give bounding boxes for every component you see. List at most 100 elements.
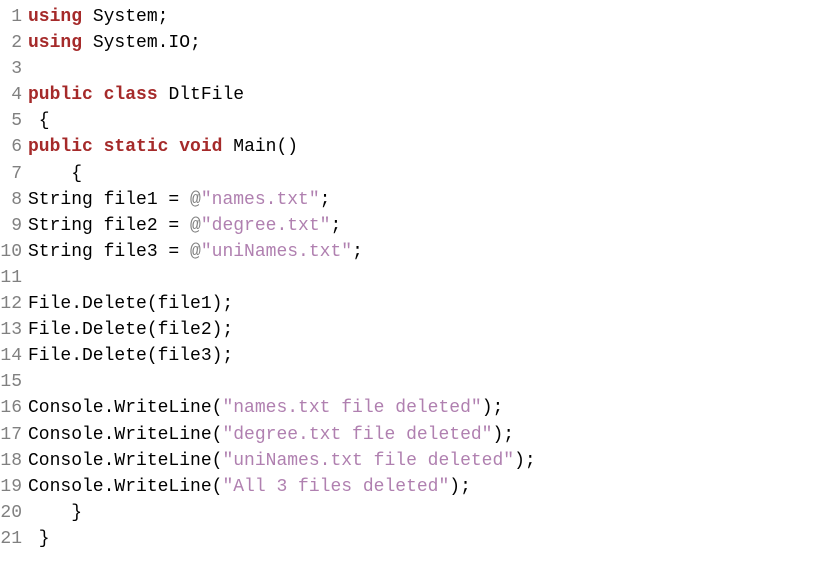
code-token bbox=[168, 137, 179, 157]
code-line: 21 } bbox=[0, 526, 838, 552]
line-content: Console.WriteLine("degree.txt file delet… bbox=[28, 422, 514, 448]
line-content: } bbox=[28, 526, 50, 552]
code-line: 4public class DltFile bbox=[0, 82, 838, 108]
line-content: String file1 = @"names.txt"; bbox=[28, 187, 330, 213]
code-line: 5 { bbox=[0, 108, 838, 134]
line-content: { bbox=[28, 161, 82, 187]
line-content: Console.WriteLine("All 3 files deleted")… bbox=[28, 474, 471, 500]
code-token: "degree.txt" bbox=[201, 216, 331, 236]
line-content: File.Delete(file2); bbox=[28, 317, 233, 343]
line-content: public static void Main() bbox=[28, 134, 298, 160]
line-number: 8 bbox=[0, 187, 28, 213]
code-token: Console.WriteLine( bbox=[28, 451, 222, 471]
code-token: Main() bbox=[222, 137, 298, 157]
line-number: 9 bbox=[0, 213, 28, 239]
code-token: static bbox=[104, 137, 169, 157]
line-content: Console.WriteLine("uniNames.txt file del… bbox=[28, 448, 536, 474]
code-token: Console.WriteLine( bbox=[28, 398, 222, 418]
line-content: String file2 = @"degree.txt"; bbox=[28, 213, 341, 239]
code-token: "names.txt file deleted" bbox=[222, 398, 481, 418]
code-line: 15 bbox=[0, 369, 838, 395]
line-content: public class DltFile bbox=[28, 82, 244, 108]
code-line: 14File.Delete(file3); bbox=[0, 343, 838, 369]
code-line: 7 { bbox=[0, 161, 838, 187]
code-token: String file3 = bbox=[28, 242, 190, 262]
line-number: 13 bbox=[0, 317, 28, 343]
code-token: String file2 = bbox=[28, 216, 190, 236]
code-token: using bbox=[28, 7, 82, 27]
code-line: 9String file2 = @"degree.txt"; bbox=[0, 213, 838, 239]
code-token: @ bbox=[190, 216, 201, 236]
line-content: File.Delete(file3); bbox=[28, 343, 233, 369]
code-token: "All 3 files deleted" bbox=[222, 477, 449, 497]
code-line: 20 } bbox=[0, 500, 838, 526]
code-line: 18Console.WriteLine("uniNames.txt file d… bbox=[0, 448, 838, 474]
line-number: 15 bbox=[0, 369, 28, 395]
code-token: ); bbox=[449, 477, 471, 497]
code-token: ); bbox=[492, 425, 514, 445]
line-number: 12 bbox=[0, 291, 28, 317]
code-token: ); bbox=[514, 451, 536, 471]
line-number: 3 bbox=[0, 56, 28, 82]
line-content: Console.WriteLine("names.txt file delete… bbox=[28, 395, 503, 421]
code-token: "uniNames.txt file deleted" bbox=[222, 451, 514, 471]
line-number: 20 bbox=[0, 500, 28, 526]
code-line: 2using System.IO; bbox=[0, 30, 838, 56]
line-number: 1 bbox=[0, 4, 28, 30]
code-token: "names.txt" bbox=[201, 190, 320, 210]
code-line: 13File.Delete(file2); bbox=[0, 317, 838, 343]
line-number: 7 bbox=[0, 161, 28, 187]
code-line: 10String file3 = @"uniNames.txt"; bbox=[0, 239, 838, 265]
code-token: File.Delete(file2); bbox=[28, 320, 233, 340]
code-line: 16Console.WriteLine("names.txt file dele… bbox=[0, 395, 838, 421]
line-content: { bbox=[28, 108, 50, 134]
code-line: 8String file1 = @"names.txt"; bbox=[0, 187, 838, 213]
line-number: 16 bbox=[0, 395, 28, 421]
code-token: System; bbox=[82, 7, 168, 27]
line-content: using System; bbox=[28, 4, 168, 30]
code-token: { bbox=[28, 111, 50, 131]
code-line: 1using System; bbox=[0, 4, 838, 30]
code-token: } bbox=[28, 503, 82, 523]
line-number: 4 bbox=[0, 82, 28, 108]
code-block: 1using System;2using System.IO;34public … bbox=[0, 4, 838, 552]
code-token: } bbox=[28, 529, 50, 549]
line-number: 6 bbox=[0, 134, 28, 160]
line-number: 18 bbox=[0, 448, 28, 474]
code-line: 19Console.WriteLine("All 3 files deleted… bbox=[0, 474, 838, 500]
code-token: public bbox=[28, 137, 93, 157]
line-content: } bbox=[28, 500, 82, 526]
code-token: String file1 = bbox=[28, 190, 190, 210]
line-number: 5 bbox=[0, 108, 28, 134]
code-token: DltFile bbox=[158, 85, 244, 105]
line-content: using System.IO; bbox=[28, 30, 201, 56]
code-token: Console.WriteLine( bbox=[28, 477, 222, 497]
code-token: File.Delete(file1); bbox=[28, 294, 233, 314]
code-line: 3 bbox=[0, 56, 838, 82]
code-token: public bbox=[28, 85, 93, 105]
code-token bbox=[93, 85, 104, 105]
code-token: void bbox=[179, 137, 222, 157]
line-number: 2 bbox=[0, 30, 28, 56]
code-token: Console.WriteLine( bbox=[28, 425, 222, 445]
code-line: 17Console.WriteLine("degree.txt file del… bbox=[0, 422, 838, 448]
code-line: 11 bbox=[0, 265, 838, 291]
line-content: String file3 = @"uniNames.txt"; bbox=[28, 239, 363, 265]
code-token: ); bbox=[482, 398, 504, 418]
code-token: ; bbox=[352, 242, 363, 262]
code-token: ; bbox=[330, 216, 341, 236]
line-number: 17 bbox=[0, 422, 28, 448]
code-token: "uniNames.txt" bbox=[201, 242, 352, 262]
code-token: System.IO; bbox=[82, 33, 201, 53]
line-number: 19 bbox=[0, 474, 28, 500]
code-token: ; bbox=[320, 190, 331, 210]
code-token: class bbox=[104, 85, 158, 105]
line-number: 11 bbox=[0, 265, 28, 291]
code-line: 6public static void Main() bbox=[0, 134, 838, 160]
code-token: using bbox=[28, 33, 82, 53]
code-token: @ bbox=[190, 242, 201, 262]
code-token: File.Delete(file3); bbox=[28, 346, 233, 366]
line-number: 10 bbox=[0, 239, 28, 265]
line-number: 21 bbox=[0, 526, 28, 552]
line-content: File.Delete(file1); bbox=[28, 291, 233, 317]
